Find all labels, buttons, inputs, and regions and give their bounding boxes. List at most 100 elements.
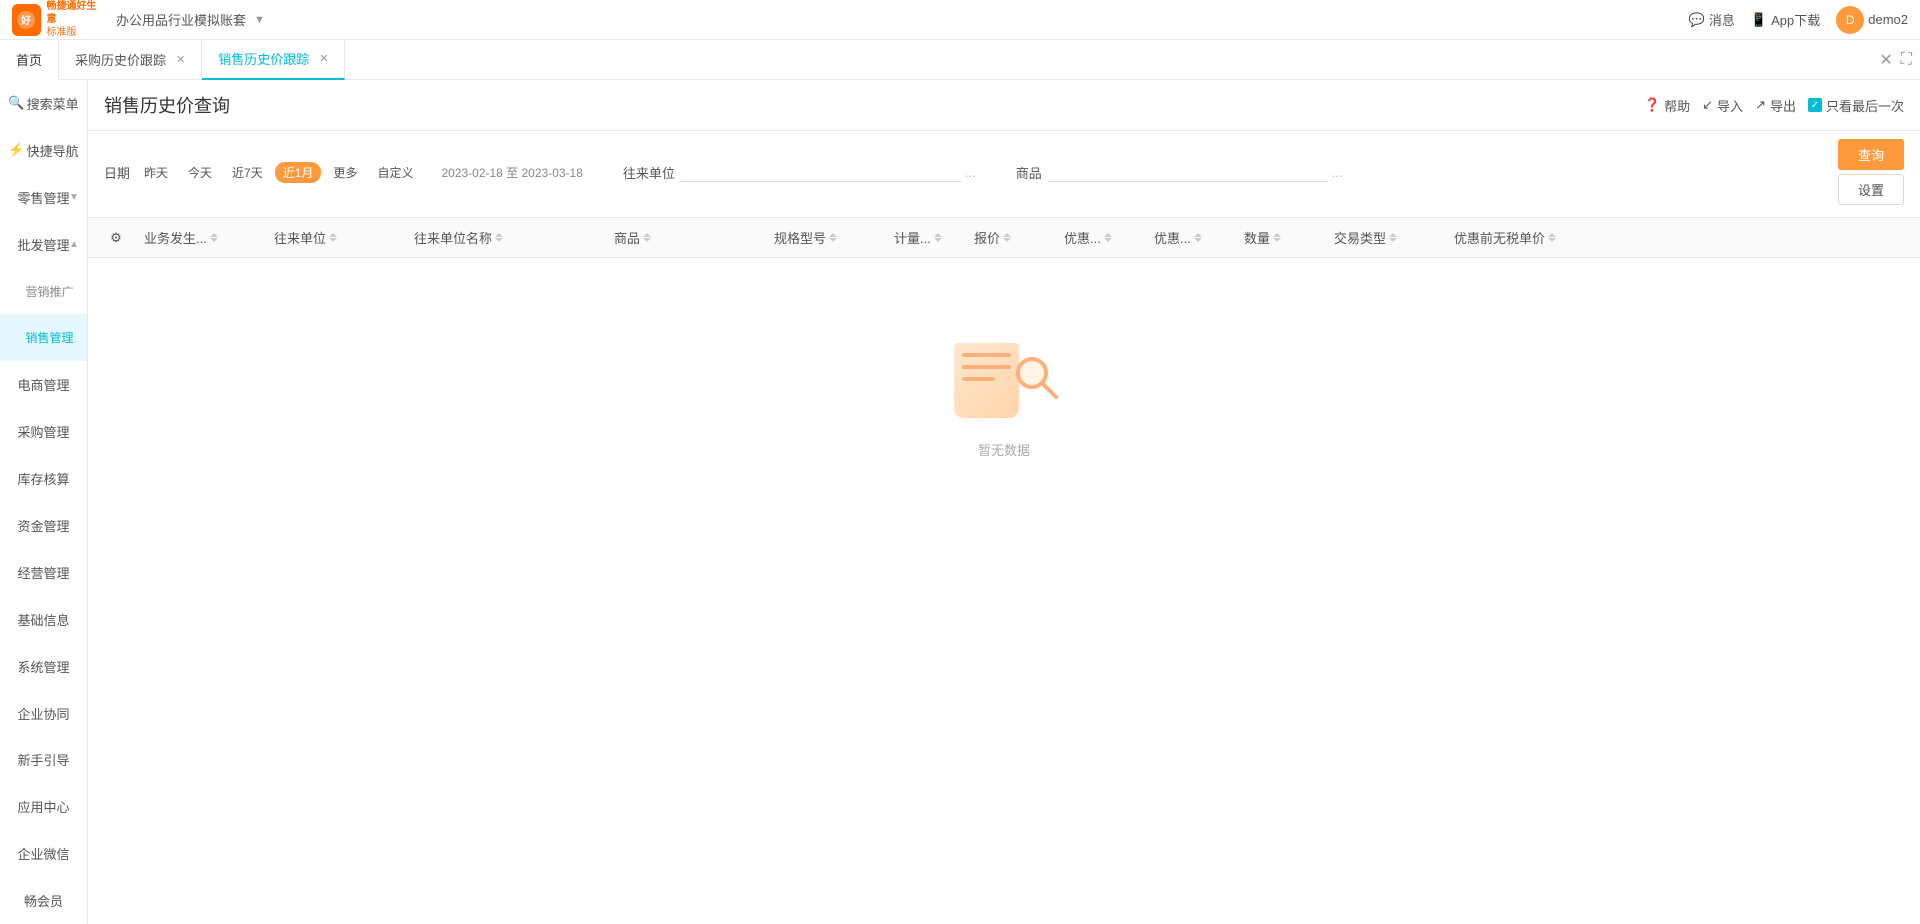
sidebar-item-inventory[interactable]: 库存核算 [0, 455, 87, 502]
import-btn[interactable]: ↙ 导入 [1702, 96, 1743, 115]
page-title-row: 销售历史价查询 ❓ 帮助 ↙ 导入 ↗ 导出 [104, 92, 1904, 118]
sidebar-item-wholesale[interactable]: 批发管理 ▲ [0, 221, 87, 268]
sidebar-item-purchase-mgmt[interactable]: 采购管理 [0, 408, 87, 455]
page-header: 销售历史价查询 ❓ 帮助 ↙ 导入 ↗ 导出 [88, 80, 1920, 131]
tab-purchase-close[interactable]: ✕ [176, 53, 185, 66]
sort-qty-icon [1273, 233, 1281, 242]
product-input[interactable] [1048, 162, 1328, 182]
th-partner[interactable]: 往来单位 [266, 228, 406, 247]
empty-magnifier-wrap [1012, 353, 1060, 404]
date-btn-today[interactable]: 今天 [180, 162, 220, 183]
page-title: 销售历史价查询 [104, 92, 230, 118]
sidebar-item-business[interactable]: 经营管理 [0, 549, 87, 596]
app-dropdown-arrow[interactable]: ▼ [254, 14, 265, 26]
logo-icon: 好 [12, 4, 41, 36]
sidebar-item-shortcut[interactable]: ⚡ 快捷导航 [0, 127, 87, 174]
brand-label: 标准版 [47, 26, 100, 39]
tab-sales-close[interactable]: ✕ [319, 52, 328, 65]
app-download-btn[interactable]: 📱 App下载 [1751, 10, 1820, 29]
sidebar-item-system[interactable]: 系统管理 [0, 643, 87, 690]
magnifier-svg [1012, 353, 1060, 401]
sidebar-item-appstore[interactable]: 应用中心 [0, 783, 87, 830]
th-discount1[interactable]: 优惠... [1056, 228, 1146, 247]
date-filter: 日期 昨天 今天 近7天 近1月 更多 自定义 [104, 162, 421, 183]
sidebar-label-member: 畅会员 [24, 891, 63, 910]
logo-area: 好 畅捷通好生意 标准版 [12, 0, 100, 39]
empty-doc-line2 [962, 365, 1011, 369]
topbar: 好 畅捷通好生意 标准版 办公用品行业模拟账套 ▼ 💬 消息 📱 App下载 D… [0, 0, 1920, 40]
th-unit-label: 计量... [894, 228, 931, 247]
sidebar-label-wechat: 企业微信 [17, 844, 69, 863]
th-product[interactable]: 商品 [606, 228, 766, 247]
sidebar-label-basic: 基础信息 [17, 610, 69, 629]
th-gear[interactable]: ⚙ [96, 230, 136, 246]
sort-discount2-icon [1194, 233, 1202, 242]
date-btn-custom[interactable]: 自定义 [369, 162, 421, 183]
date-btn-yesterday[interactable]: 昨天 [136, 162, 176, 183]
sidebar-item-ecommerce[interactable]: 电商管理 [0, 361, 87, 408]
th-discount2[interactable]: 优惠... [1146, 228, 1236, 247]
th-tax-price-label: 优惠前无税单价 [1454, 228, 1545, 247]
th-quote[interactable]: 报价 [966, 228, 1056, 247]
setting-button[interactable]: 设置 [1838, 174, 1904, 205]
sidebar-item-newuser[interactable]: 新手引导 [0, 736, 87, 783]
th-partner-label: 往来单位 [274, 228, 326, 247]
sidebar-item-basic[interactable]: 基础信息 [0, 596, 87, 643]
user-area[interactable]: D demo2 [1836, 6, 1908, 34]
avatar: D [1836, 6, 1864, 34]
logo-text: 畅捷通好生意 [47, 0, 100, 26]
sidebar-item-marketing[interactable]: 营销推广 [0, 268, 87, 315]
help-btn[interactable]: ❓ 帮助 [1644, 96, 1690, 115]
empty-doc-line3 [962, 377, 995, 381]
sidebar-label-search: 搜索菜单 [27, 94, 79, 113]
partner-input[interactable] [681, 162, 961, 182]
message-btn[interactable]: 💬 消息 [1689, 10, 1735, 29]
date-btn-more[interactable]: 更多 [325, 162, 365, 183]
maximize-btn[interactable]: ⛶ [1901, 51, 1912, 69]
sidebar-label-wholesale: 批发管理 [17, 235, 69, 254]
sidebar-label-marketing: 营销推广 [25, 283, 73, 300]
tab-sales[interactable]: 销售历史价跟踪 ✕ [202, 40, 345, 80]
product-dots[interactable]: ... [1332, 165, 1343, 180]
sidebar-item-retail[interactable]: 零售管理 ▼ [0, 174, 87, 221]
th-tax-price[interactable]: 优惠前无税单价 [1446, 228, 1912, 247]
empty-doc-line1 [962, 353, 1011, 357]
sidebar-item-search[interactable]: 🔍 搜索菜单 [0, 80, 87, 127]
topbar-right: 💬 消息 📱 App下载 D demo2 [1689, 6, 1908, 34]
export-btn[interactable]: ↗ 导出 [1755, 96, 1796, 115]
th-trade-type-label: 交易类型 [1334, 228, 1386, 247]
th-qty-label: 数量 [1244, 228, 1270, 247]
th-spec[interactable]: 规格型号 [766, 228, 886, 247]
th-biz-date-label: 业务发生... [144, 228, 207, 247]
th-product-label: 商品 [614, 228, 640, 247]
sidebar-item-sales-mgmt[interactable]: 销售管理 [0, 314, 87, 361]
checkbox-icon [1808, 98, 1822, 112]
sidebar-item-finance[interactable]: 资金管理 [0, 502, 87, 549]
th-qty[interactable]: 数量 [1236, 228, 1326, 247]
page-actions: ❓ 帮助 ↙ 导入 ↗ 导出 只看最后一次 [1644, 96, 1904, 115]
date-btn-1month[interactable]: 近1月 [275, 162, 322, 183]
date-btn-7days[interactable]: 近7天 [224, 162, 271, 183]
sidebar-item-member[interactable]: 畅会员 [0, 877, 87, 924]
filter-btns: 查询 设置 [1838, 139, 1904, 205]
partner-filter-label: 往来单位 [623, 163, 675, 182]
th-biz-date[interactable]: 业务发生... [136, 228, 266, 247]
sort-trade-icon [1389, 233, 1397, 242]
tab-home[interactable]: 首页 [0, 40, 59, 80]
tab-purchase[interactable]: 采购历史价跟踪 ✕ [59, 40, 202, 80]
gear-icon: ⚙ [110, 230, 122, 246]
sidebar-item-enterprise[interactable]: 企业协同 [0, 690, 87, 737]
close-window-btn[interactable]: ✕ [1879, 50, 1892, 70]
query-button[interactable]: 查询 [1838, 139, 1904, 170]
sidebar-label-sales-mgmt: 销售管理 [25, 329, 73, 346]
th-unit[interactable]: 计量... [886, 228, 966, 247]
only-last-checkbox[interactable]: 只看最后一次 [1808, 96, 1904, 115]
partner-dots[interactable]: ... [965, 165, 976, 180]
sidebar-item-wechat[interactable]: 企业微信 [0, 830, 87, 877]
retail-arrow-icon: ▼ [69, 192, 79, 203]
th-partner-name[interactable]: 往来单位名称 [406, 228, 606, 247]
date-buttons: 昨天 今天 近7天 近1月 更多 自定义 [136, 162, 421, 183]
th-trade-type[interactable]: 交易类型 [1326, 228, 1446, 247]
tab-home-label: 首页 [16, 50, 42, 69]
search-icon: 🔍 [8, 95, 24, 111]
